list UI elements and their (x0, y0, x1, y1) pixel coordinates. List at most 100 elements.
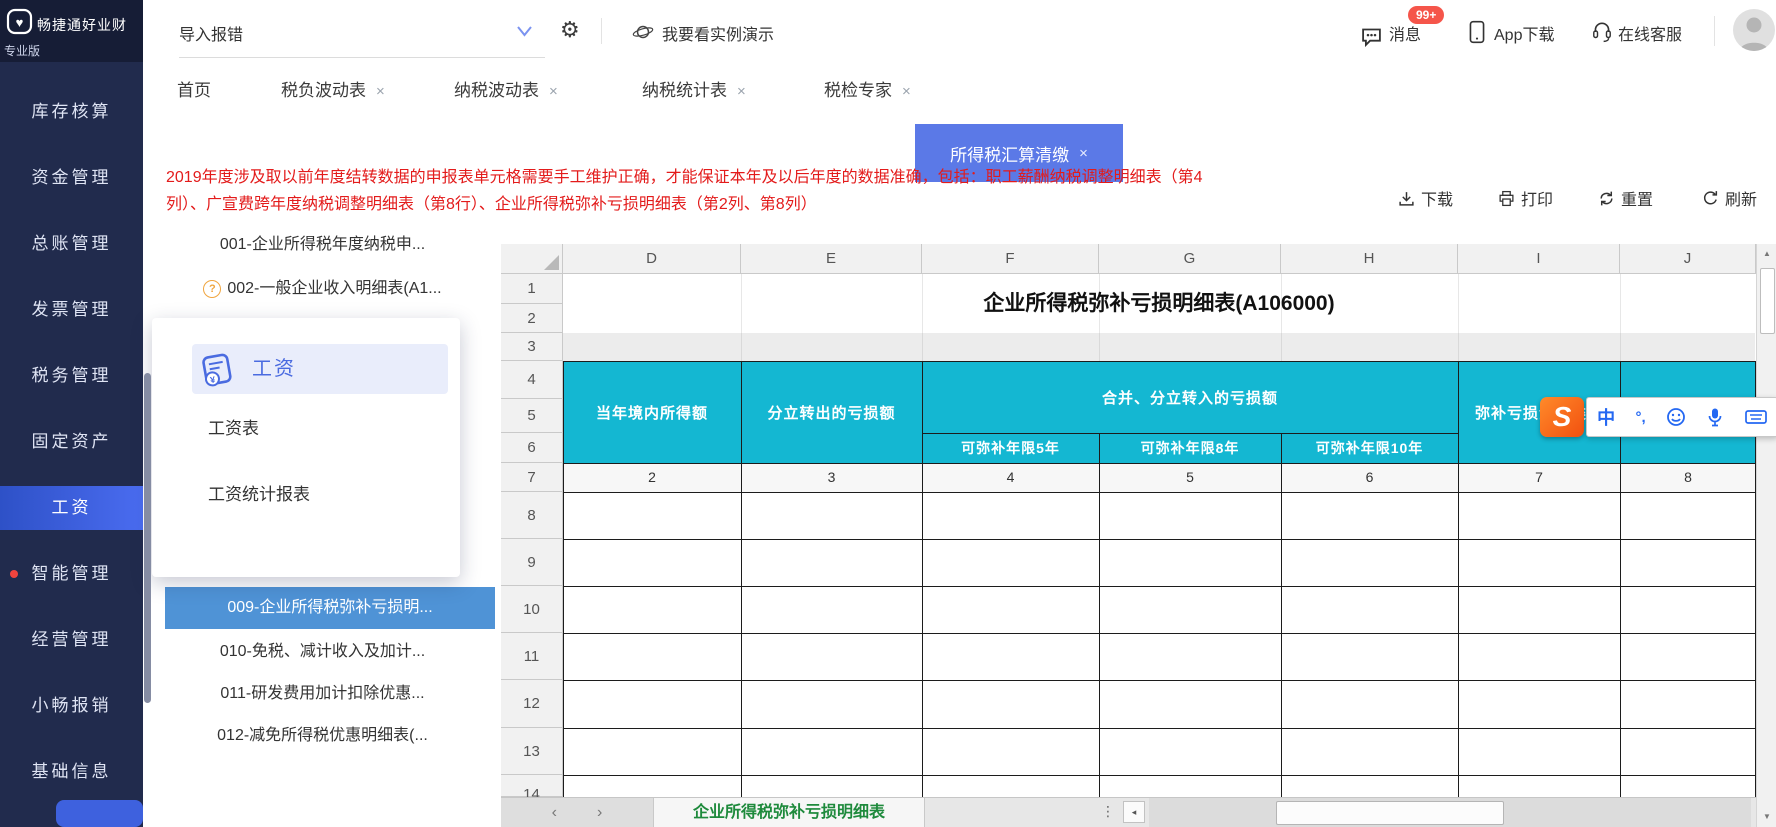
sidebar-item-operation[interactable]: 经营管理 (0, 618, 143, 662)
list-item-009-selected[interactable]: 009-企业所得税弥补亏损明... (165, 587, 495, 629)
headset-icon[interactable] (1591, 20, 1613, 43)
tab-label: 税检专家 (824, 81, 892, 100)
close-icon[interactable]: × (376, 83, 385, 100)
row-header-2[interactable]: 2 (501, 304, 563, 333)
phone-icon[interactable] (1468, 20, 1486, 44)
popup-item-salary-report[interactable]: 工资统计报表 (208, 480, 310, 505)
row-header-7[interactable]: 7 (501, 463, 563, 492)
list-item-012[interactable]: 012-减免所得税优惠明细表(... (150, 720, 495, 752)
tab-tax-fluctuation[interactable]: 纳税波动表 × (454, 62, 558, 120)
tab-tax-statistics[interactable]: 纳税统计表 × (642, 62, 746, 120)
row-header-1[interactable]: 1 (501, 274, 563, 304)
col-header-J[interactable]: J (1620, 244, 1756, 274)
row-header-14[interactable]: 14 (501, 775, 563, 803)
list-item-011[interactable]: 011-研发费用加计扣除优惠... (150, 678, 495, 710)
col-header-H[interactable]: H (1281, 244, 1458, 274)
planet-demo-icon[interactable] (632, 22, 654, 42)
download-button[interactable]: 下载 (1398, 186, 1453, 210)
cell-colnum-8[interactable]: 8 (1620, 463, 1756, 492)
more-dots-icon[interactable]: ⋮ (1101, 803, 1115, 820)
col-header-F[interactable]: F (922, 244, 1099, 274)
row-header-11[interactable]: 11 (501, 633, 563, 680)
gear-icon[interactable]: ⚙ (560, 17, 580, 43)
sidebar-item-salary[interactable]: 工资 (0, 486, 143, 530)
sidebar-item-ledger[interactable]: 总账管理 (0, 222, 143, 266)
sidebar-item-fixed-assets[interactable]: 固定资产 (0, 420, 143, 464)
sidebar-item-inventory[interactable]: 库存核算 (0, 90, 143, 134)
sidebar-scrollbar-thumb[interactable] (144, 373, 151, 703)
keyboard-icon[interactable] (1744, 408, 1767, 426)
cell-colnum-7[interactable]: 7 (1458, 463, 1620, 492)
row-header-9[interactable]: 9 (501, 539, 563, 586)
chevron-down-icon[interactable] (516, 25, 533, 38)
sidebar-item-basic-info[interactable]: 基础信息 (0, 750, 143, 794)
row-header-10[interactable]: 10 (501, 586, 563, 633)
avatar[interactable] (1733, 9, 1775, 51)
close-icon[interactable]: × (902, 83, 911, 100)
close-icon[interactable]: × (549, 83, 558, 100)
col-header-G[interactable]: G (1099, 244, 1281, 274)
close-icon[interactable]: × (737, 83, 746, 100)
cell-colnum-3[interactable]: 3 (741, 463, 922, 492)
refresh-button[interactable]: 刷新 (1702, 186, 1757, 210)
scroll-up-icon[interactable]: ▲ (1757, 244, 1776, 264)
row-header-6[interactable]: 6 (501, 433, 563, 463)
sogou-logo-icon[interactable]: S (1540, 397, 1584, 437)
row-header-5[interactable]: 5 (501, 399, 563, 433)
tab-home[interactable]: 首页 (177, 62, 211, 120)
list-item-010[interactable]: 010-免税、减计收入及加计... (150, 636, 495, 668)
demo-link[interactable]: 我要看实例演示 (662, 21, 774, 45)
hscroll-left-icon[interactable]: ◂ (1123, 801, 1145, 823)
vertical-scrollbar-thumb[interactable] (1760, 268, 1775, 334)
sidebar-item-smart[interactable]: 智能管理 (0, 552, 143, 596)
sidebar-item-expense[interactable]: 小畅报销 (0, 684, 143, 728)
header-cell-limit-10yr[interactable]: 可弥补年限10年 (1281, 433, 1458, 463)
col-header-E[interactable]: E (741, 244, 922, 274)
sheet-prev-icon[interactable]: ‹ (552, 804, 557, 822)
message-bubble-icon[interactable] (1360, 26, 1383, 47)
print-button[interactable]: 打印 (1498, 186, 1553, 210)
ime-punctuation-toggle[interactable]: °, (1636, 409, 1646, 426)
emoji-smiley-icon[interactable] (1666, 407, 1686, 427)
cell-colnum-6[interactable]: 6 (1281, 463, 1458, 492)
horizontal-scrollbar-thumb[interactable] (1276, 801, 1504, 825)
col-header-D[interactable]: D (563, 244, 741, 274)
import-error-dropdown[interactable]: 导入报错 (179, 21, 243, 45)
close-icon[interactable]: × (1079, 145, 1088, 162)
scroll-down-icon[interactable]: ▼ (1757, 807, 1776, 827)
messages-label[interactable]: 消息 (1389, 21, 1421, 45)
row-header-8[interactable]: 8 (501, 492, 563, 539)
ime-mode-chinese[interactable]: 中 (1597, 404, 1615, 430)
sidebar-item-tax[interactable]: 税务管理 (0, 354, 143, 398)
cell-colnum-5[interactable]: 5 (1099, 463, 1281, 492)
support-label[interactable]: 在线客服 (1618, 21, 1682, 45)
sheet-next-icon[interactable]: › (597, 804, 602, 822)
header-cell-merge-split-in-loss[interactable]: 合并、分立转入的亏损额 (922, 361, 1458, 433)
popup-item-salary-sheet[interactable]: 工资表 (208, 414, 259, 439)
sheet-title[interactable]: 企业所得税弥补亏损明细表(A106000) (563, 274, 1755, 333)
list-item-001[interactable]: 001-企业所得税年度纳税申... (150, 228, 495, 262)
tab-tax-expert[interactable]: 税检专家 × (824, 62, 911, 120)
header-cell-split-out-loss[interactable]: 分立转出的亏损额 (741, 361, 922, 463)
reset-button[interactable]: 重置 (1598, 186, 1653, 210)
tab-tax-burden[interactable]: 税负波动表 × (281, 62, 385, 120)
vertical-scrollbar[interactable]: ▲ ▼ (1756, 244, 1776, 827)
popup-item-salary[interactable]: ¥ 工资 (192, 344, 448, 394)
app-download-label[interactable]: App下载 (1494, 21, 1554, 45)
sidebar-item-invoice[interactable]: 发票管理 (0, 288, 143, 332)
row-header-13[interactable]: 13 (501, 728, 563, 775)
cell-colnum-2[interactable]: 2 (563, 463, 741, 492)
col-header-I[interactable]: I (1458, 244, 1620, 274)
header-cell-limit-5yr[interactable]: 可弥补年限5年 (922, 433, 1099, 463)
row-header-4[interactable]: 4 (501, 361, 563, 399)
header-cell-limit-8yr[interactable]: 可弥补年限8年 (1099, 433, 1281, 463)
row-header-12[interactable]: 12 (501, 680, 563, 728)
cell-colnum-4[interactable]: 4 (922, 463, 1099, 492)
sidebar-item-funds[interactable]: 资金管理 (0, 156, 143, 200)
select-all-corner[interactable] (501, 244, 563, 274)
sheet-tab[interactable]: 企业所得税弥补亏损明细表 (653, 798, 925, 827)
header-cell-domestic-income[interactable]: 当年境内所得额 (563, 361, 741, 463)
row-header-3[interactable]: 3 (501, 333, 563, 361)
list-item-002[interactable]: ? 002-一般企业收入明细表(A1... (150, 272, 495, 306)
microphone-icon[interactable] (1706, 407, 1724, 427)
